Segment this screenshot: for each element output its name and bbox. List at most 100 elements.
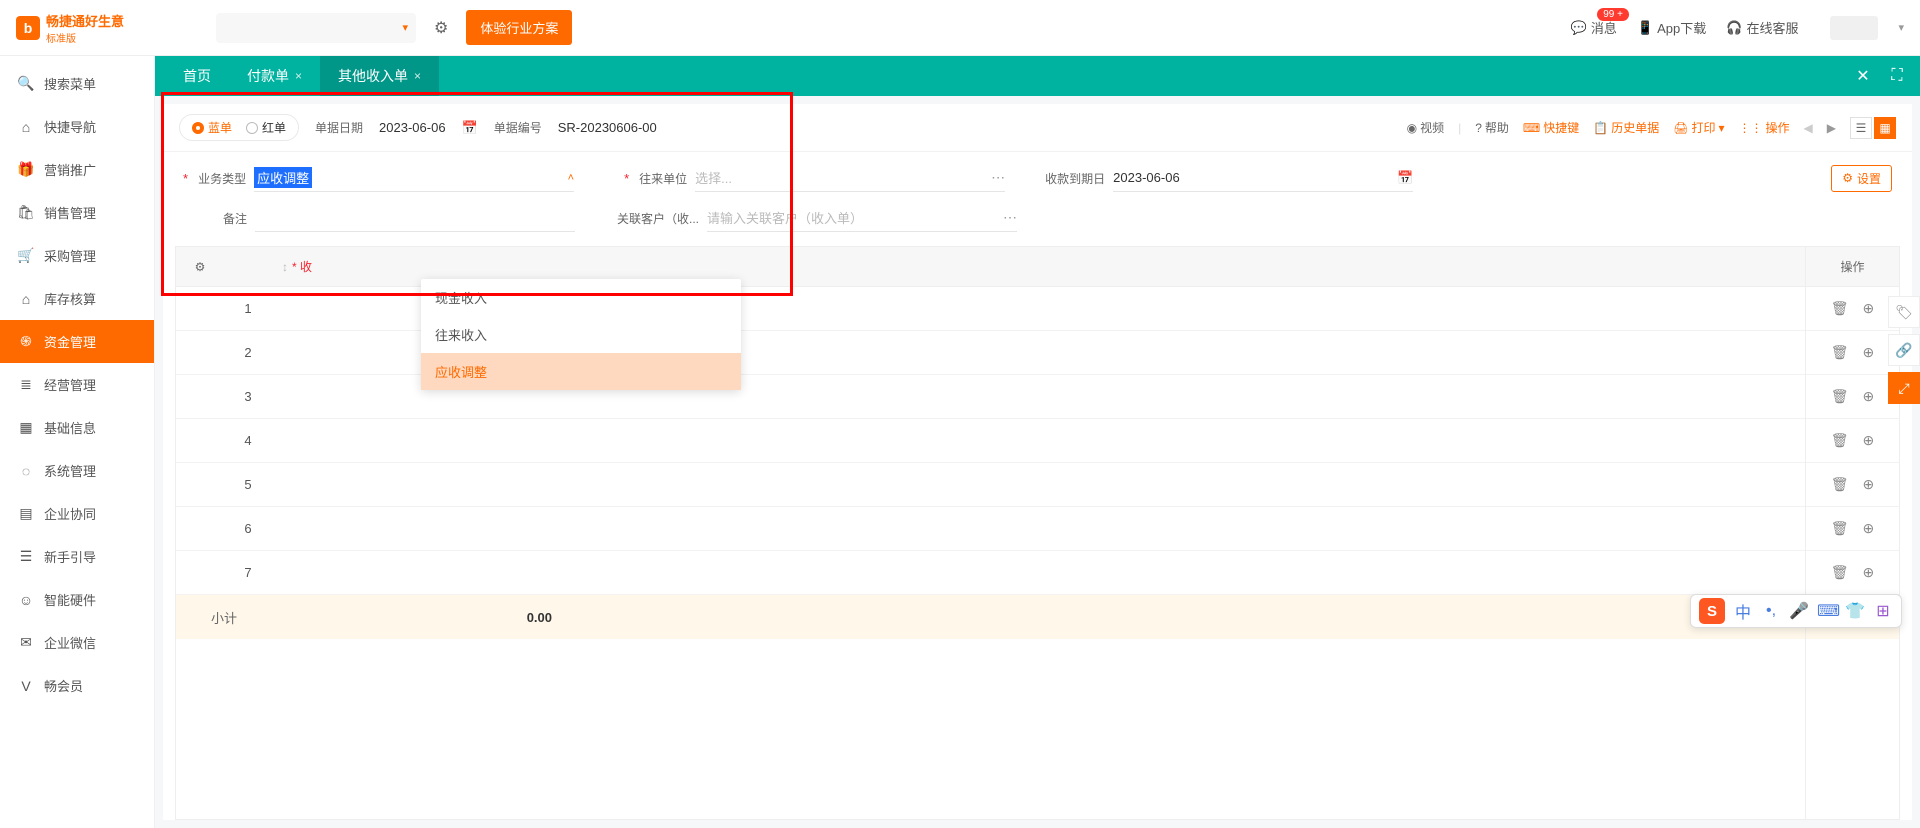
copy-icon[interactable]: ⊕ <box>1863 564 1875 581</box>
video-link[interactable]: ◉ 视频 <box>1407 119 1445 136</box>
sidebar-item[interactable]: ▦基础信息 <box>0 406 154 449</box>
shortcut-link[interactable]: ⌨ 快捷键 <box>1523 119 1579 136</box>
ime-punct-icon[interactable]: •, <box>1761 602 1781 620</box>
settings-button[interactable]: ⚙ 设置 <box>1831 165 1892 192</box>
sidebar-item[interactable]: ▤企业协同 <box>0 492 154 535</box>
relcust-select[interactable]: 请输入关联客户（收入单） ⋯ <box>707 204 1017 232</box>
delete-icon[interactable]: 🗑 <box>1831 300 1849 317</box>
help-link[interactable]: ? 帮助 <box>1475 119 1509 136</box>
delete-icon[interactable]: 🗑 <box>1831 520 1849 537</box>
sidebar-item-label: 采购管理 <box>44 246 96 265</box>
sidebar-item[interactable]: ◌系统管理 <box>0 449 154 492</box>
close-tab-icon[interactable]: ✕ <box>1852 65 1874 87</box>
sidebar-item[interactable]: ֍资金管理 <box>0 320 154 363</box>
sidebar-icon: 🛍 <box>18 205 34 221</box>
ops-link[interactable]: ⋮⋮ 操作 <box>1739 119 1790 136</box>
copy-icon[interactable]: ⊕ <box>1863 344 1875 361</box>
sidebar-item[interactable]: ☰新手引导 <box>0 535 154 578</box>
delete-icon[interactable]: 🗑 <box>1831 432 1849 449</box>
calendar-icon[interactable]: 📅 <box>462 120 478 136</box>
tag-icon[interactable]: 🏷 <box>1888 296 1920 328</box>
biztype-select[interactable]: 应收调整 ˄ <box>254 164 574 192</box>
remark-input[interactable] <box>255 204 575 232</box>
video-label: 视频 <box>1420 119 1444 136</box>
gear-icon[interactable]: ⚙ <box>434 18 448 38</box>
ime-skin-icon[interactable]: 👕 <box>1845 601 1865 621</box>
sidebar-item[interactable]: V畅会员 <box>0 664 154 707</box>
next-icon[interactable]: ▶ <box>1827 121 1836 135</box>
copy-icon[interactable]: ⊕ <box>1863 432 1875 449</box>
print-link[interactable]: 🖨 打印 ▾ <box>1673 119 1724 136</box>
delete-icon[interactable]: 🗑 <box>1831 388 1849 405</box>
ops-label: 操作 <box>1766 119 1790 136</box>
close-icon[interactable]: × <box>414 69 421 83</box>
expand-icon[interactable]: ⤢ <box>1888 372 1920 404</box>
dropdown-item[interactable]: 往来收入 <box>421 316 741 353</box>
sogou-icon[interactable]: S <box>1699 598 1725 624</box>
sidebar-item[interactable]: 🔍搜索菜单 <box>0 62 154 105</box>
copy-icon[interactable]: ⊕ <box>1863 300 1875 317</box>
doc-no-label: 单据编号 <box>494 119 542 136</box>
sidebar-item[interactable]: ⌂库存核算 <box>0 277 154 320</box>
dropdown-item[interactable]: 现金收入 <box>421 279 741 316</box>
copy-icon[interactable]: ⊕ <box>1863 388 1875 405</box>
dropdown-item[interactable]: 应收调整 <box>421 353 741 390</box>
tab[interactable]: 其他收入单× <box>320 56 439 96</box>
delete-icon[interactable]: 🗑 <box>1831 344 1849 361</box>
sidebar-item-label: 搜索菜单 <box>44 74 96 93</box>
table-row[interactable]: 6 <box>176 507 1805 551</box>
tabbar: 首页付款单×其他收入单× ✕ ⛶ <box>155 56 1920 96</box>
delete-icon[interactable]: 🗑 <box>1831 476 1849 493</box>
expand-icon[interactable]: ⛶ <box>1886 65 1908 87</box>
online-service-link[interactable]: 🎧 在线客服 <box>1726 18 1798 37</box>
close-icon[interactable]: × <box>295 69 302 83</box>
view-grid-icon[interactable]: ▦ <box>1874 117 1896 139</box>
ops-header: 操作 <box>1806 247 1899 287</box>
more-icon[interactable]: ⋯ <box>1003 209 1017 226</box>
duedate-input[interactable]: 2023-06-06 📅 <box>1113 164 1413 192</box>
history-link[interactable]: 📋 历史单据 <box>1593 119 1659 136</box>
sidebar-item[interactable]: ⌂快捷导航 <box>0 105 154 148</box>
biztype-value: 应收调整 <box>254 167 312 188</box>
sidebar-icon: ▦ <box>18 420 34 436</box>
biztype-dropdown: 现金收入往来收入应收调整 <box>421 279 741 390</box>
prev-icon[interactable]: ◀ <box>1804 121 1813 135</box>
sidebar-item[interactable]: 🎁营销推广 <box>0 148 154 191</box>
table-row[interactable]: 7 <box>176 551 1805 595</box>
sidebar-item[interactable]: ✉企业微信 <box>0 621 154 664</box>
ime-lang-icon[interactable]: 中 <box>1733 599 1753 623</box>
partner-select[interactable]: 选择... ⋯ <box>695 164 1005 192</box>
gear-header-icon[interactable]: ⚙ <box>176 260 224 274</box>
delete-icon[interactable]: 🗑 <box>1831 564 1849 581</box>
chevron-down-icon[interactable]: ▾ <box>1898 21 1904 34</box>
copy-icon[interactable]: ⊕ <box>1863 520 1875 537</box>
logo-sub: 标准版 <box>46 30 124 45</box>
sidebar-item[interactable]: 🛒采购管理 <box>0 234 154 277</box>
table-row[interactable]: 4 <box>176 419 1805 463</box>
radio-red[interactable]: 红单 <box>246 119 286 136</box>
industry-plan-button[interactable]: 体验行业方案 <box>466 10 572 45</box>
org-selector[interactable]: ▾ <box>216 13 416 43</box>
sidebar-item[interactable]: 🛍销售管理 <box>0 191 154 234</box>
tab[interactable]: 付款单× <box>229 56 320 96</box>
more-icon[interactable]: ⋯ <box>991 169 1005 186</box>
tab[interactable]: 首页 <box>165 56 229 96</box>
messages-link[interactable]: 💬 消息 99 + <box>1571 18 1617 37</box>
radio-blue[interactable]: 蓝单 <box>192 119 232 136</box>
table-row[interactable]: 5 <box>176 463 1805 507</box>
sidebar-item[interactable]: ☺智能硬件 <box>0 578 154 621</box>
calendar-icon[interactable]: 📅 <box>1397 170 1413 186</box>
col-header[interactable]: ↕ * 收 <box>272 258 452 275</box>
link-icon[interactable]: 🔗 <box>1888 334 1920 366</box>
doc-toolbar: 蓝单 红单 单据日期 2023-06-06 📅 单据编号 SR-20230606… <box>163 104 1912 152</box>
ime-toolbar[interactable]: S 中 •, 🎤 ⌨ 👕 ⊞ <box>1690 594 1902 628</box>
ime-keyboard-icon[interactable]: ⌨ <box>1817 601 1837 621</box>
avatar[interactable] <box>1830 16 1878 40</box>
copy-icon[interactable]: ⊕ <box>1863 476 1875 493</box>
doc-date-value[interactable]: 2023-06-06 <box>379 120 446 135</box>
ime-mic-icon[interactable]: 🎤 <box>1789 601 1809 621</box>
ime-menu-icon[interactable]: ⊞ <box>1873 601 1893 621</box>
app-download-link[interactable]: 📱 App下载 <box>1637 18 1706 37</box>
view-list-icon[interactable]: ☰ <box>1850 117 1872 139</box>
sidebar-item[interactable]: ≣经营管理 <box>0 363 154 406</box>
